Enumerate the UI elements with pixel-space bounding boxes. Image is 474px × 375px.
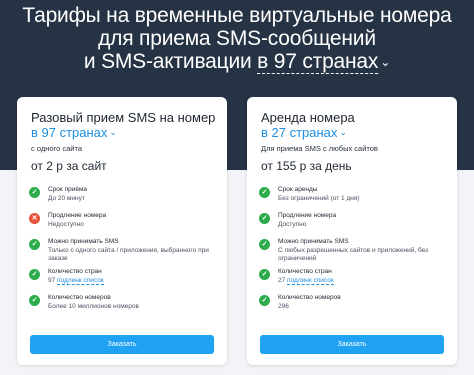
feature-title: Количество номеров (48, 294, 111, 301)
check-icon: ✓ (29, 269, 40, 280)
title-line-3: и SMS-активации в 97 странах ⌄ (0, 50, 474, 74)
order-button[interactable]: Заказать (30, 335, 214, 354)
feature-title: Можно принимать SMS (48, 238, 119, 245)
feature-item: ✓ Продление номера Доступно (259, 212, 451, 238)
plan-subtitle: с одного сайта (31, 144, 82, 153)
chevron-down-icon: ⌄ (339, 127, 347, 137)
feature-desc: 97 подлинк список (48, 277, 218, 285)
check-icon: ✓ (29, 187, 40, 198)
feature-desc: Недоступно (48, 221, 84, 228)
page-title: Тарифы на временные виртуальные номера д… (0, 4, 474, 74)
check-icon: ✓ (259, 269, 270, 280)
country-count-selector[interactable]: в 97 странах (257, 50, 378, 74)
feature-item: ✓ Срок приёма До 20 минут (29, 186, 221, 212)
feature-desc: 27 подлинк список (278, 277, 448, 285)
plan-countries-selector[interactable]: в 27 странах ⌄ (261, 125, 347, 140)
plan-price: от 155 р за день (261, 159, 352, 173)
check-icon: ✓ (29, 295, 40, 306)
title-line-1: Тарифы на временные виртуальные номера (22, 4, 452, 27)
feature-title: Количество стран (48, 268, 102, 275)
cross-icon: ✕ (29, 213, 40, 224)
check-icon: ✓ (259, 187, 270, 198)
plan-card-rent: Аренда номера в 27 странах ⌄ Для приема S… (247, 97, 457, 365)
feature-title: Продление номера (278, 212, 337, 219)
feature-list: ✓ Срок приёма До 20 минут ✕ Продление но… (29, 186, 221, 320)
feature-item: ✓ Количество номеров 296 (259, 294, 451, 320)
feature-desc: С любых разрешенных сайтов и приложений,… (278, 247, 429, 262)
feature-item: ✓ Срок аренды Без ограничений (от 1 дня) (259, 186, 451, 212)
feature-item: ✓ Количество стран 27 подлинк список (259, 268, 451, 294)
country-list-link[interactable]: подлинк список (287, 277, 334, 285)
feature-desc: До 20 минут (48, 195, 85, 202)
plan-price: от 2 р за сайт (31, 159, 107, 173)
feature-title: Можно принимать SMS (278, 238, 349, 245)
check-icon: ✓ (29, 239, 40, 250)
feature-title: Срок аренды (278, 186, 318, 193)
feature-item: ✓ Количество номеров Более 10 миллионов … (29, 294, 221, 320)
feature-desc: Доступно (278, 221, 307, 228)
order-button[interactable]: Заказать (260, 335, 444, 354)
plan-title: Разовый прием SMS на номер (31, 110, 216, 125)
feature-title: Количество номеров (278, 294, 341, 301)
feature-desc: 296 (278, 303, 289, 310)
plan-title: Аренда номера (261, 110, 355, 125)
title-line-3-prefix: и SMS-активации (83, 50, 252, 73)
feature-desc: Без ограничений (от 1 дня) (278, 195, 360, 202)
feature-item: ✓ Можно принимать SMS С любых разрешенны… (259, 238, 451, 268)
feature-desc: Более 10 миллионов номеров (48, 303, 139, 310)
country-count: 97 (48, 277, 56, 284)
plan-countries-label: в 27 странах (261, 125, 338, 140)
plan-card-single: Разовый прием SMS на номер в 97 странах ⌄… (17, 97, 227, 365)
feature-desc: Только с одного сайта / приложения, выбр… (48, 247, 209, 262)
feature-item: ✓ Количество стран 97 подлинк список (29, 268, 221, 294)
check-icon: ✓ (259, 239, 270, 250)
feature-title: Количество стран (278, 268, 332, 275)
check-icon: ✓ (259, 295, 270, 306)
chevron-down-icon[interactable]: ⌄ (380, 55, 390, 69)
country-count: 27 (278, 277, 286, 284)
plan-countries-label: в 97 странах (31, 125, 108, 140)
plan-countries-selector[interactable]: в 97 странах ⌄ (31, 125, 117, 140)
check-icon: ✓ (259, 213, 270, 224)
feature-title: Продление номера (48, 212, 107, 219)
chevron-down-icon: ⌄ (109, 127, 117, 137)
country-list-link[interactable]: подлинк список (57, 277, 104, 285)
plan-subtitle: Для приема SMS с любых сайтов (261, 144, 378, 153)
title-line-2: для приема SMS-сообщений (98, 27, 376, 50)
feature-item: ✕ Продление номера Недоступно (29, 212, 221, 238)
feature-item: ✓ Можно принимать SMS Только с одного са… (29, 238, 221, 268)
feature-title: Срок приёма (48, 186, 88, 193)
feature-list: ✓ Срок аренды Без ограничений (от 1 дня)… (259, 186, 451, 320)
